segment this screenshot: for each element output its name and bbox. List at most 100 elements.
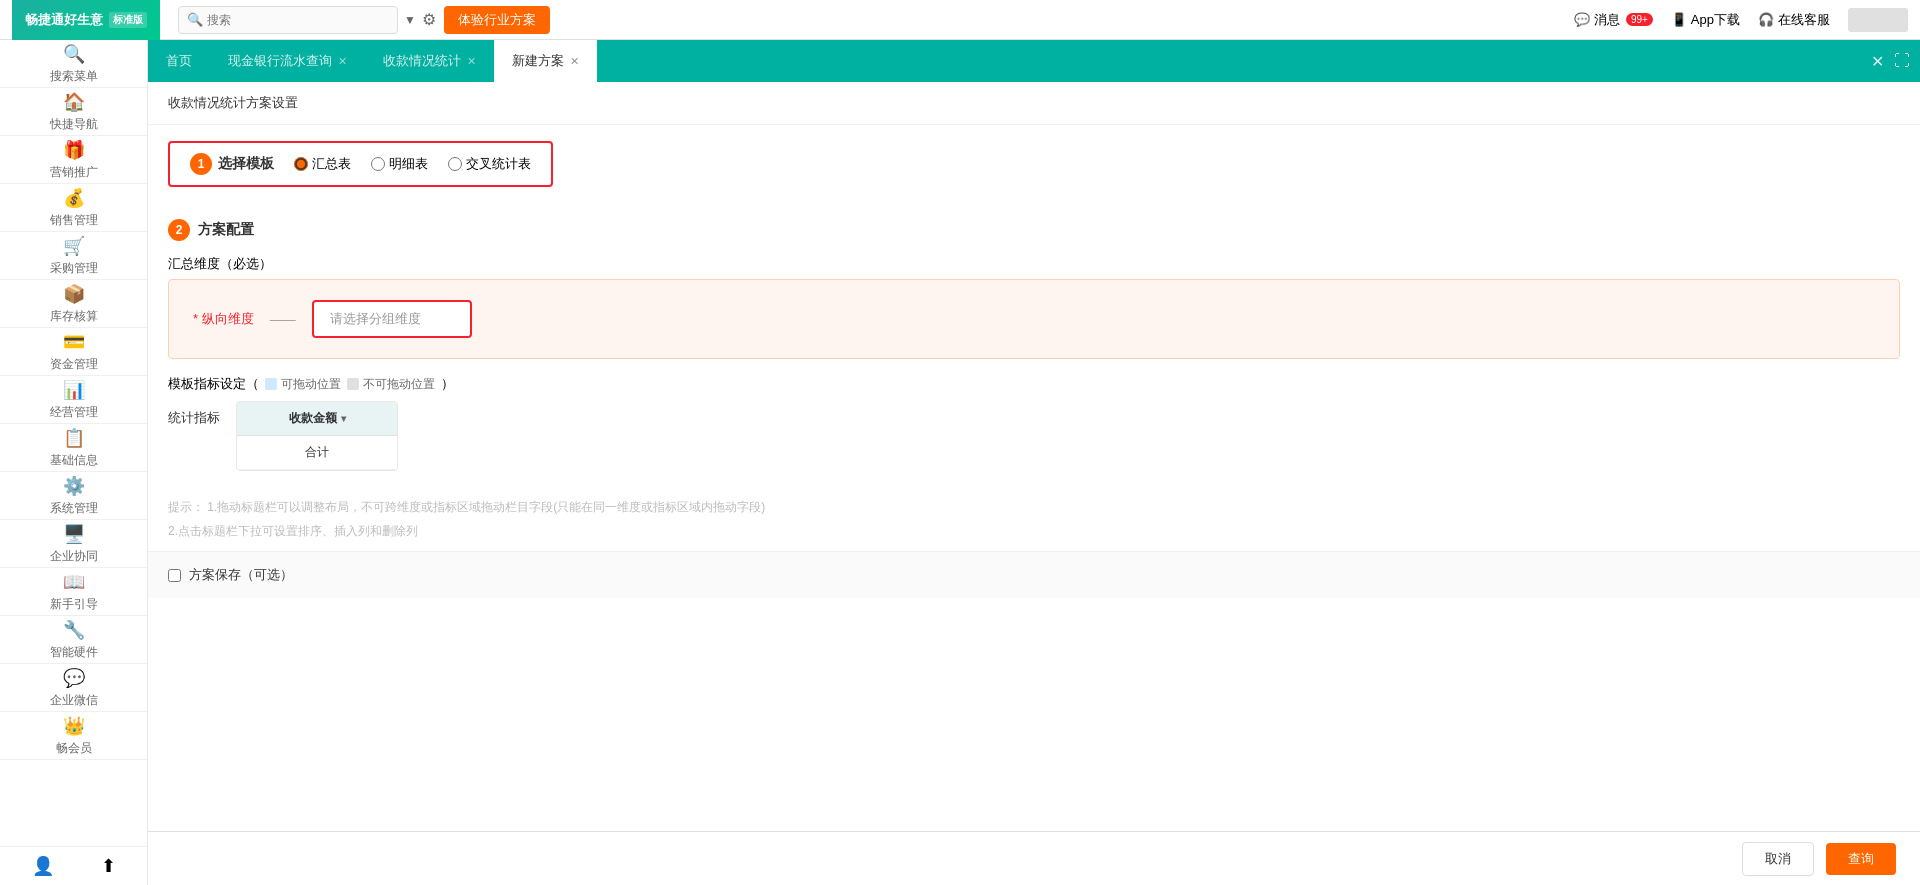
hint-text-1: 提示： 1.拖动标题栏可以调整布局，不可跨维度或指标区域拖动栏目字段(只能在同一… (168, 495, 1900, 519)
sidebar-label-marketing: 营销推广 (50, 164, 98, 181)
sales-icon: 💰 (63, 187, 85, 209)
dimension-row: * 纵向维度 —— 请选择分组维度 (193, 300, 1875, 338)
sidebar-item-sales[interactable]: 💰 销售管理 (0, 184, 147, 232)
toggle-fixed-label: 不可拖动位置 (363, 376, 435, 393)
sidebar-item-operations[interactable]: 📊 经营管理 (0, 376, 147, 424)
tab-new-plan-label: 新建方案 (512, 52, 564, 70)
save-checkbox[interactable] (168, 569, 181, 582)
table-row: 合计 (237, 436, 397, 470)
chevron-down-icon[interactable]: ▾ (341, 413, 346, 424)
sidebar-label-system: 系统管理 (50, 500, 98, 517)
sidebar-item-inventory[interactable]: 📦 库存核算 (0, 280, 147, 328)
radio-summary[interactable]: 汇总表 (294, 155, 351, 173)
sidebar-label-finance: 资金管理 (50, 356, 98, 373)
tab-maximize-button[interactable]: ⛶ (1894, 52, 1910, 70)
sidebar-label-quick-nav: 快捷导航 (50, 116, 98, 133)
sidebar-item-enterprise-collab[interactable]: 🖥️ 企业协同 (0, 520, 147, 568)
sidebar-item-quick-nav[interactable]: 🏠 快捷导航 (0, 88, 147, 136)
tab-bank-flow-label: 现金银行流水查询 (228, 52, 332, 70)
quick-nav-icon: 🏠 (63, 91, 85, 113)
sidebar-item-smart-hardware[interactable]: 🔧 智能硬件 (0, 616, 147, 664)
service-item[interactable]: 🎧 在线客服 (1758, 11, 1830, 29)
indicator-table-container: 收款金额 ▾ 合计 (236, 401, 398, 471)
inventory-icon: 📦 (63, 283, 85, 305)
radio-cross-input[interactable] (448, 157, 462, 171)
sidebar-item-purchase[interactable]: 🛒 采购管理 (0, 232, 147, 280)
sidebar-label-inventory: 库存核算 (50, 308, 98, 325)
step1-badge-row: 1 选择模板 (190, 153, 274, 175)
download-item[interactable]: 📱 App下载 (1671, 11, 1740, 29)
sidebar-item-search-menu[interactable]: 🔍 搜索菜单 (0, 40, 147, 88)
step1-section: 1 选择模板 汇总表 明细表 (148, 125, 1920, 219)
top-search-input[interactable] (207, 13, 389, 27)
dropdown-arrow-icon[interactable]: ▼ (404, 13, 416, 27)
system-icon: ⚙️ (63, 475, 85, 497)
notification-item[interactable]: 💬 消息 99+ (1574, 11, 1653, 29)
save-option-label: 方案保存（可选） (189, 566, 293, 584)
dim-select[interactable]: 请选择分组维度 (312, 300, 472, 338)
notification-icon: 💬 (1574, 12, 1590, 27)
indicator-header-row: 模板指标设定（ 可拖动位置 不可拖动位置 ） (168, 375, 1900, 393)
top-bar: 畅捷通好生意 标准版 🔍 ▼ ⚙ 体验行业方案 💬 消息 99+ 📱 App下载… (0, 0, 1920, 40)
sidebar-label-sales: 销售管理 (50, 212, 98, 229)
tab-bank-flow-close[interactable]: ✕ (338, 55, 347, 68)
stat-label-text: 统计指标 (168, 401, 220, 435)
basic-info-icon: 📋 (63, 427, 85, 449)
indicator-table: 收款金额 ▾ 合计 (237, 402, 397, 470)
query-button[interactable]: 查询 (1826, 843, 1896, 875)
newcomer-icon: 📖 (63, 571, 85, 593)
radio-detail-input[interactable] (371, 157, 385, 171)
radio-detail-label: 明细表 (389, 155, 428, 173)
sidebar-label-purchase: 采购管理 (50, 260, 98, 277)
sidebar-bottom-icon2[interactable]: ⬆ (101, 855, 116, 877)
toggle-movable: 可拖动位置 (265, 376, 341, 393)
sidebar-label-enterprise-wechat: 企业微信 (50, 692, 98, 709)
radio-cross-label: 交叉统计表 (466, 155, 531, 173)
service-icon: 🎧 (1758, 12, 1774, 27)
tab-bank-flow[interactable]: 现金银行流水查询 ✕ (210, 40, 365, 82)
radio-cross[interactable]: 交叉统计表 (448, 155, 531, 173)
sidebar-item-member[interactable]: 👑 畅会员 (0, 712, 147, 760)
user-avatar[interactable] (1848, 8, 1908, 32)
tab-new-plan[interactable]: 新建方案 ✕ (494, 40, 597, 82)
dimension-label: 汇总维度（必选） (168, 255, 1900, 273)
sidebar-item-enterprise-wechat[interactable]: 💬 企业微信 (0, 664, 147, 712)
radio-detail[interactable]: 明细表 (371, 155, 428, 173)
industry-solution-button[interactable]: 体验行业方案 (444, 6, 550, 34)
download-label: App下载 (1691, 11, 1740, 29)
sidebar-item-marketing[interactable]: 🎁 营销推广 (0, 136, 147, 184)
tab-home-label: 首页 (166, 52, 192, 70)
toggle-movable-label: 可拖动位置 (281, 376, 341, 393)
settings-icon[interactable]: ⚙ (422, 10, 436, 29)
notification-label: 消息 (1594, 11, 1620, 29)
sidebar-item-newcomer[interactable]: 📖 新手引导 (0, 568, 147, 616)
radio-summary-input[interactable] (294, 157, 308, 171)
radio-summary-label: 汇总表 (312, 155, 351, 173)
tab-bar-actions: ✕ ⛶ (1871, 52, 1920, 71)
top-search-box[interactable]: 🔍 (178, 6, 398, 34)
tab-new-plan-close[interactable]: ✕ (570, 55, 579, 68)
tab-collection-stats[interactable]: 收款情况统计 ✕ (365, 40, 494, 82)
tab-bar: 首页 现金银行流水查询 ✕ 收款情况统计 ✕ 新建方案 ✕ ✕ ⛶ (148, 40, 1920, 82)
template-select-box: 1 选择模板 汇总表 明细表 (168, 141, 553, 187)
sidebar-label-basic-info: 基础信息 (50, 452, 98, 469)
tab-close-all-button[interactable]: ✕ (1871, 52, 1884, 71)
stat-label-col: 统计指标 (168, 401, 220, 471)
sidebar-label-newcomer: 新手引导 (50, 596, 98, 613)
sidebar-item-finance[interactable]: 💳 资金管理 (0, 328, 147, 376)
cancel-button[interactable]: 取消 (1742, 842, 1814, 876)
sidebar-item-basic-info[interactable]: 📋 基础信息 (0, 424, 147, 472)
dimension-label-text: 汇总维度（必选） (168, 256, 272, 271)
download-icon: 📱 (1671, 12, 1687, 27)
sidebar-label-smart-hardware: 智能硬件 (50, 644, 98, 661)
step2-title: 方案配置 (198, 221, 254, 239)
sidebar-item-system[interactable]: ⚙️ 系统管理 (0, 472, 147, 520)
content-area: 首页 现金银行流水查询 ✕ 收款情况统计 ✕ 新建方案 ✕ ✕ ⛶ (148, 40, 1920, 885)
enterprise-collab-icon: 🖥️ (63, 523, 85, 545)
finance-icon: 💳 (63, 331, 85, 353)
sidebar-bottom-icon1[interactable]: 👤 (32, 855, 54, 877)
enterprise-wechat-icon: 💬 (63, 667, 85, 689)
tab-home[interactable]: 首页 (148, 40, 210, 82)
notification-badge: 99+ (1626, 13, 1653, 26)
tab-collection-stats-close[interactable]: ✕ (467, 55, 476, 68)
